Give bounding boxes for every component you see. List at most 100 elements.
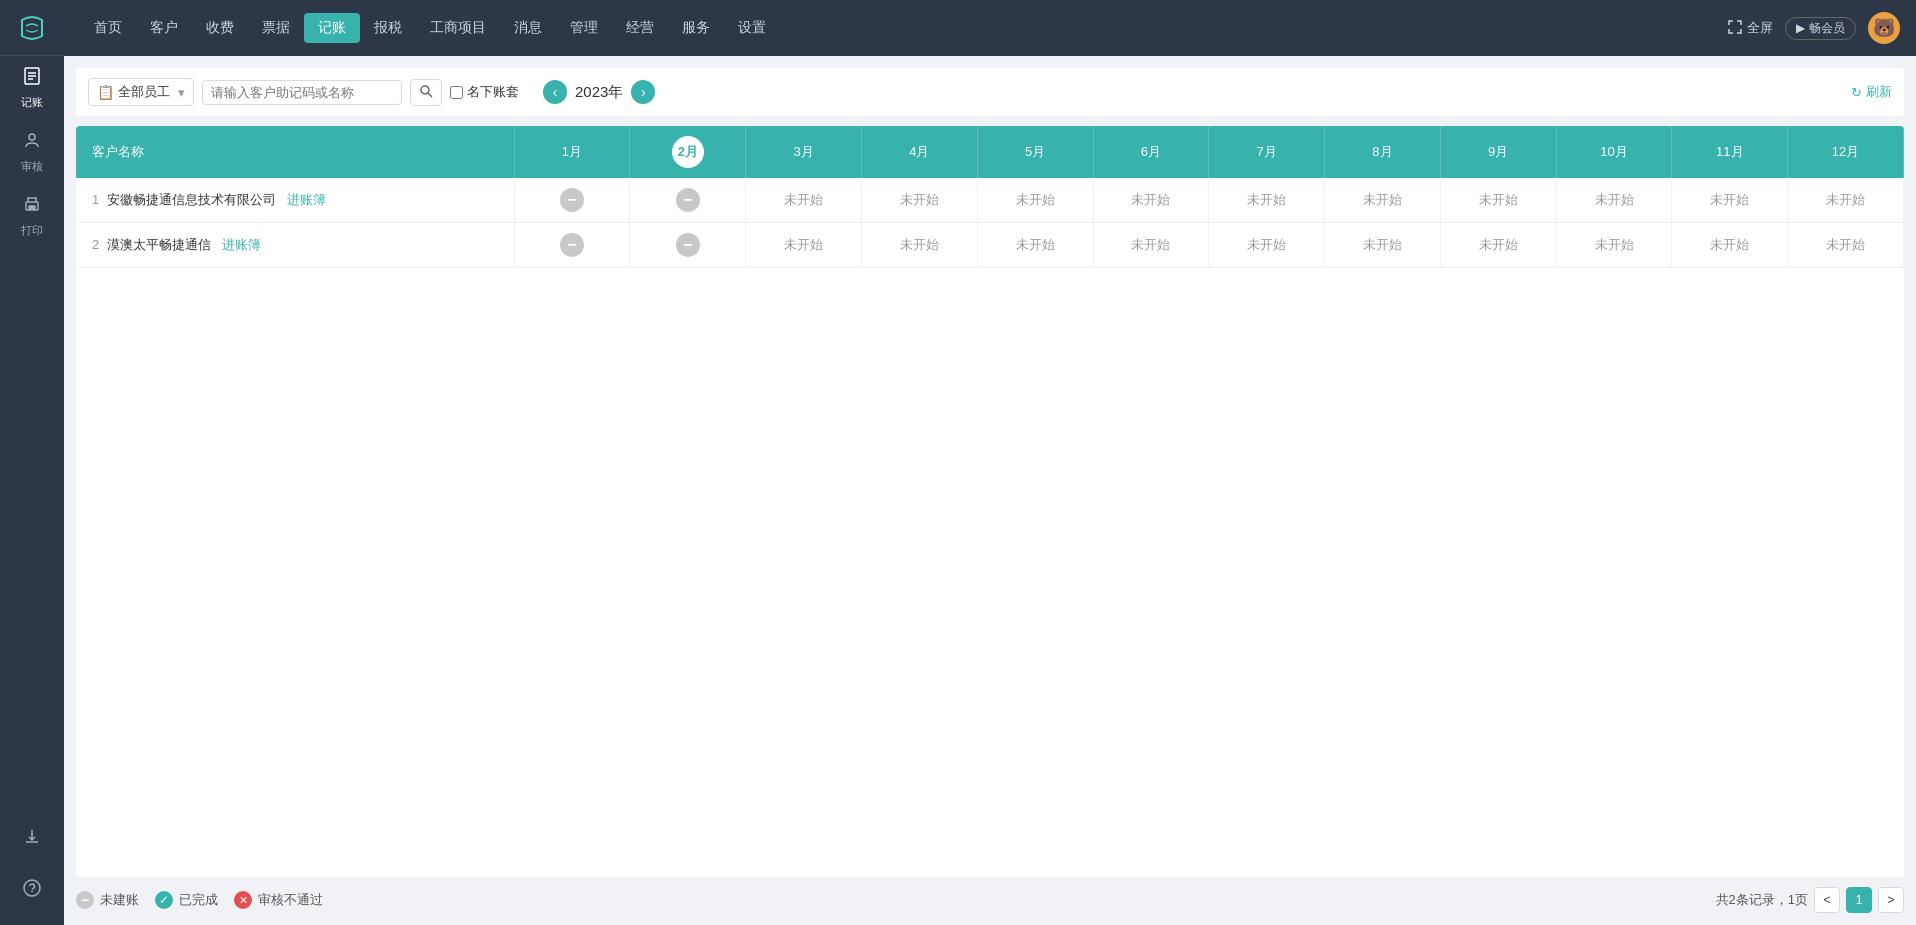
month-cell-2: − bbox=[630, 178, 746, 223]
page-footer: − 未建账 ✓ 已完成 ✕ 审核不通过 共2条记录， bbox=[76, 877, 1904, 913]
bookkeeping-icon bbox=[22, 66, 42, 91]
status-not-started: 未开始 bbox=[1247, 192, 1286, 207]
dropdown-arrow-icon: ▾ bbox=[178, 85, 185, 100]
nav-message[interactable]: 消息 bbox=[500, 13, 556, 43]
next-page-button[interactable]: > bbox=[1878, 887, 1904, 913]
sidebar-item-bookkeeping-label: 记账 bbox=[21, 95, 43, 110]
legend-not-built: − 未建账 bbox=[76, 891, 139, 909]
month-cell-12: 未开始 bbox=[1788, 178, 1904, 223]
enter-ledger-link[interactable]: 进账簿 bbox=[222, 237, 261, 252]
my-accounts-checkbox[interactable] bbox=[450, 86, 463, 99]
sidebar-item-bookkeeping[interactable]: 记账 bbox=[0, 56, 64, 120]
nav-tax[interactable]: 报税 bbox=[360, 13, 416, 43]
month-cell-7: 未开始 bbox=[1209, 223, 1325, 268]
nav-home[interactable]: 首页 bbox=[80, 13, 136, 43]
status-not-started: 未开始 bbox=[1595, 192, 1634, 207]
employee-icon: 📋 bbox=[97, 84, 114, 100]
status-not-started: 未开始 bbox=[1016, 192, 1055, 207]
active-month-badge: 2月 bbox=[672, 136, 704, 168]
th-oct: 10月 bbox=[1556, 126, 1672, 178]
sidebar-item-audit[interactable]: 审核 bbox=[0, 120, 64, 184]
nav-service[interactable]: 服务 bbox=[668, 13, 724, 43]
month-cell-6: 未开始 bbox=[1093, 178, 1209, 223]
status-not-started: 未开始 bbox=[1247, 237, 1286, 252]
sidebar-item-print-label: 打印 bbox=[21, 223, 43, 238]
status-not-started: 未开始 bbox=[784, 192, 823, 207]
search-button[interactable] bbox=[410, 79, 442, 106]
nav-billing[interactable]: 收费 bbox=[192, 13, 248, 43]
status-not-started: 未开始 bbox=[1710, 237, 1749, 252]
search-input[interactable] bbox=[202, 80, 402, 105]
status-not-started: 未开始 bbox=[1826, 237, 1865, 252]
status-dash-icon: − bbox=[560, 188, 584, 212]
fullscreen-button[interactable]: 全屏 bbox=[1727, 19, 1773, 38]
client-name-cell: 2 漠澳太平畅捷通信 进账簿 bbox=[76, 223, 514, 268]
nav-business[interactable]: 工商项目 bbox=[416, 13, 500, 43]
table-header-row: 客户名称 1月 2月 3月 4月 5月 bbox=[76, 126, 1904, 178]
next-year-button[interactable]: › bbox=[631, 80, 655, 104]
prev-year-button[interactable]: ‹ bbox=[543, 80, 567, 104]
employee-select[interactable]: 📋 全部员工 ▾ bbox=[88, 78, 194, 106]
th-jun: 6月 bbox=[1093, 126, 1209, 178]
sidebar-item-print[interactable]: 打印 bbox=[0, 184, 64, 248]
sidebar-item-help[interactable] bbox=[0, 868, 64, 913]
month-cell-5: 未开始 bbox=[977, 178, 1093, 223]
month-cell-4: 未开始 bbox=[861, 223, 977, 268]
month-cell-6: 未开始 bbox=[1093, 223, 1209, 268]
month-cell-3: 未开始 bbox=[746, 178, 862, 223]
status-not-started: 未开始 bbox=[1826, 192, 1865, 207]
month-cell-1: − bbox=[514, 178, 630, 223]
avatar[interactable]: 🐻 bbox=[1868, 12, 1900, 44]
legend-dot-red: ✕ bbox=[234, 891, 252, 909]
page-1-button[interactable]: 1 bbox=[1846, 887, 1872, 913]
status-not-started: 未开始 bbox=[1363, 237, 1402, 252]
legend-dot-grey: − bbox=[76, 891, 94, 909]
month-cell-11: 未开始 bbox=[1672, 178, 1788, 223]
status-not-started: 未开始 bbox=[900, 192, 939, 207]
record-count: 共2条记录，1页 bbox=[1716, 891, 1808, 909]
th-apr: 4月 bbox=[861, 126, 977, 178]
page-content: 📋 全部员工 ▾ 名下账套 ‹ 2023年 › ↻ bbox=[64, 56, 1916, 925]
help-icon bbox=[22, 878, 42, 903]
nav-operation[interactable]: 经营 bbox=[612, 13, 668, 43]
top-navigation: 首页 客户 收费 票据 记账 报税 工商项目 消息 管理 经营 服务 设置 全屏… bbox=[64, 0, 1916, 56]
status-not-started: 未开始 bbox=[1016, 237, 1055, 252]
th-aug: 8月 bbox=[1325, 126, 1441, 178]
month-cell-12: 未开始 bbox=[1788, 223, 1904, 268]
enter-ledger-link[interactable]: 进账簿 bbox=[287, 192, 326, 207]
vip-button[interactable]: ▶ 畅会员 bbox=[1785, 17, 1856, 40]
refresh-button[interactable]: ↻ 刷新 bbox=[1851, 83, 1892, 101]
nav-settings[interactable]: 设置 bbox=[724, 13, 780, 43]
prev-page-button[interactable]: < bbox=[1814, 887, 1840, 913]
legend-rejected-label: 审核不通过 bbox=[258, 891, 323, 909]
th-jul: 7月 bbox=[1209, 126, 1325, 178]
svg-point-4 bbox=[29, 134, 35, 140]
status-dash-icon: − bbox=[676, 233, 700, 257]
month-cell-8: 未开始 bbox=[1325, 223, 1441, 268]
month-cell-3: 未开始 bbox=[746, 223, 862, 268]
status-not-started: 未开始 bbox=[900, 237, 939, 252]
nav-manage[interactable]: 管理 bbox=[556, 13, 612, 43]
status-not-started: 未开始 bbox=[1479, 237, 1518, 252]
th-mar: 3月 bbox=[746, 126, 862, 178]
year-display: 2023年 bbox=[575, 83, 623, 102]
status-not-started: 未开始 bbox=[1479, 192, 1518, 207]
client-name: 漠澳太平畅捷通信 bbox=[107, 237, 211, 252]
sidebar-item-download[interactable] bbox=[0, 817, 64, 862]
table-row: 2 漠澳太平畅捷通信 进账簿 − − 未开始 未开始 未开始 未开始 未开始 未开始 未开始 未开… bbox=[76, 223, 1904, 268]
month-cell-5: 未开始 bbox=[977, 223, 1093, 268]
legend-not-built-label: 未建账 bbox=[100, 891, 139, 909]
nav-bookkeeping[interactable]: 记账 bbox=[304, 13, 360, 43]
legend-dot-teal: ✓ bbox=[155, 891, 173, 909]
month-cell-4: 未开始 bbox=[861, 178, 977, 223]
status-dash-icon: − bbox=[560, 233, 584, 257]
nav-invoice[interactable]: 票据 bbox=[248, 13, 304, 43]
data-table-wrap: 客户名称 1月 2月 3月 4月 5月 bbox=[76, 126, 1904, 877]
data-table: 客户名称 1月 2月 3月 4月 5月 bbox=[76, 126, 1904, 268]
refresh-icon: ↻ bbox=[1851, 85, 1862, 100]
svg-point-7 bbox=[24, 880, 40, 896]
month-cell-9: 未开始 bbox=[1440, 223, 1556, 268]
th-dec: 12月 bbox=[1788, 126, 1904, 178]
nav-client[interactable]: 客户 bbox=[136, 13, 192, 43]
sidebar-item-audit-label: 审核 bbox=[21, 159, 43, 174]
